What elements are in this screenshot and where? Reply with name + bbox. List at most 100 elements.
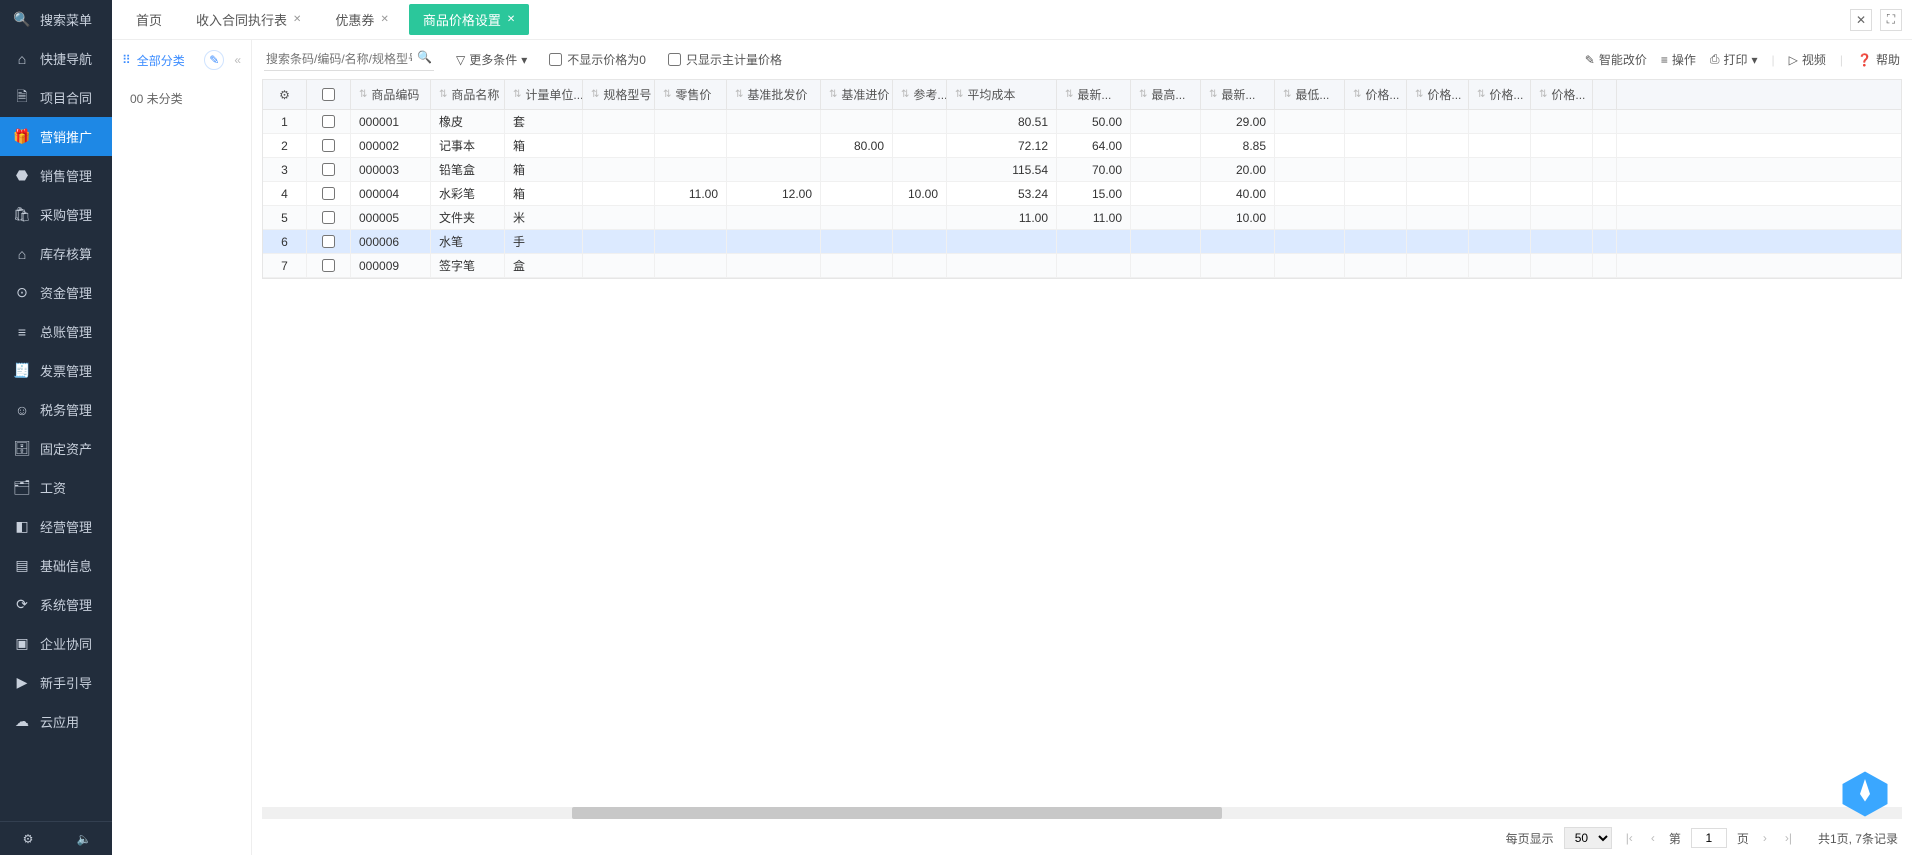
row-checkbox[interactable] bbox=[322, 259, 335, 272]
only-main-input[interactable] bbox=[668, 53, 681, 66]
edit-category-button[interactable]: ✎ bbox=[204, 50, 224, 70]
col-end bbox=[1593, 80, 1617, 109]
settings-button[interactable]: ⚙ bbox=[0, 822, 56, 855]
page-input[interactable] bbox=[1691, 828, 1727, 848]
help-button[interactable]: ❓帮助 bbox=[1857, 51, 1900, 68]
sidebar-item[interactable]: 🔍搜索菜单 bbox=[0, 0, 112, 39]
col-basecost[interactable]: 基准进价 bbox=[821, 80, 893, 109]
all-categories-link[interactable]: 全部分类 bbox=[137, 52, 185, 69]
row-checkbox[interactable] bbox=[322, 139, 335, 152]
operation-button[interactable]: ≡操作 bbox=[1661, 51, 1696, 68]
collapse-category-button[interactable]: « bbox=[234, 53, 241, 67]
sidebar-item[interactable]: 🗄固定资产 bbox=[0, 429, 112, 468]
video-button[interactable]: ▷视频 bbox=[1789, 51, 1826, 68]
category-node[interactable]: 00 未分类 bbox=[130, 90, 233, 107]
col-low[interactable]: 最低... bbox=[1275, 80, 1345, 109]
sidebar-item[interactable]: ⌂库存核算 bbox=[0, 234, 112, 273]
row-select[interactable] bbox=[307, 206, 351, 229]
table-row[interactable]: 4000004水彩笔箱11.0012.0010.0053.2415.0040.0… bbox=[263, 182, 1901, 206]
next-page-button[interactable]: › bbox=[1759, 831, 1771, 845]
row-checkbox[interactable] bbox=[322, 235, 335, 248]
col-spec[interactable]: 规格型号 bbox=[583, 80, 655, 109]
sidebar-item[interactable]: 🎁营销推广 bbox=[0, 117, 112, 156]
tab[interactable]: 收入合同执行表✕ bbox=[182, 4, 315, 35]
more-conditions-button[interactable]: ▽ 更多条件 ▾ bbox=[456, 51, 527, 68]
col-newB[interactable]: 最新... bbox=[1201, 80, 1275, 109]
table-row[interactable]: 7000009签字笔盒 bbox=[263, 254, 1901, 278]
col-name[interactable]: 商品名称 bbox=[431, 80, 505, 109]
cell-p1 bbox=[1345, 254, 1407, 277]
only-main-checkbox[interactable]: 只显示主计量价格 bbox=[668, 51, 782, 68]
sidebar-item[interactable]: ⊙资金管理 bbox=[0, 273, 112, 312]
col-p1[interactable]: 价格... bbox=[1345, 80, 1407, 109]
first-page-button[interactable]: |‹ bbox=[1622, 831, 1637, 845]
sidebar-item[interactable]: 🗂工资 bbox=[0, 468, 112, 507]
table-row[interactable]: 5000005文件夹米11.0011.0010.00 bbox=[263, 206, 1901, 230]
row-checkbox[interactable] bbox=[322, 187, 335, 200]
tab[interactable]: 首页 bbox=[122, 4, 176, 35]
row-select[interactable] bbox=[307, 158, 351, 181]
sidebar-item[interactable]: ☺税务管理 bbox=[0, 390, 112, 429]
cell-name: 签字笔 bbox=[431, 254, 505, 277]
horizontal-scrollbar[interactable] bbox=[262, 807, 1902, 819]
sidebar-item[interactable]: ☁云应用 bbox=[0, 702, 112, 741]
table-row[interactable]: 6000006水笔手 bbox=[263, 230, 1901, 254]
prev-page-button[interactable]: ‹ bbox=[1647, 831, 1659, 845]
close-icon[interactable]: ✕ bbox=[293, 14, 301, 25]
fullscreen-button[interactable]: ⛶ bbox=[1880, 9, 1902, 31]
col-newA[interactable]: 最新... bbox=[1057, 80, 1131, 109]
hide-zero-input[interactable] bbox=[549, 53, 562, 66]
table-row[interactable]: 2000002记事本箱80.0072.1264.008.85 bbox=[263, 134, 1901, 158]
col-retail[interactable]: 零售价 bbox=[655, 80, 727, 109]
search-input[interactable] bbox=[264, 48, 434, 71]
row-checkbox[interactable] bbox=[322, 163, 335, 176]
print-button[interactable]: ⎙打印▾ bbox=[1710, 51, 1758, 68]
col-p2[interactable]: 价格... bbox=[1407, 80, 1469, 109]
sidebar-item[interactable]: ◧经营管理 bbox=[0, 507, 112, 546]
row-checkbox[interactable] bbox=[322, 115, 335, 128]
smart-price-button[interactable]: ✎智能改价 bbox=[1585, 51, 1647, 68]
sound-button[interactable]: 🔈 bbox=[56, 822, 112, 855]
col-p3[interactable]: 价格... bbox=[1469, 80, 1531, 109]
col-p4[interactable]: 价格... bbox=[1531, 80, 1593, 109]
sidebar-item[interactable]: ▶新手引导 bbox=[0, 663, 112, 702]
menu-icon: ☺ bbox=[14, 402, 30, 418]
sidebar-item[interactable]: ≡总账管理 bbox=[0, 312, 112, 351]
col-wholesale[interactable]: 基准批发价 bbox=[727, 80, 821, 109]
search-icon[interactable]: 🔍 bbox=[417, 50, 432, 64]
close-tab-button[interactable]: ✕ bbox=[1850, 9, 1872, 31]
sidebar-item[interactable]: 🧾发票管理 bbox=[0, 351, 112, 390]
col-code[interactable]: 商品编码 bbox=[351, 80, 431, 109]
scrollbar-thumb[interactable] bbox=[572, 807, 1222, 819]
row-select[interactable] bbox=[307, 182, 351, 205]
col-ref[interactable]: 参考... bbox=[893, 80, 947, 109]
col-avgcost[interactable]: 平均成本 bbox=[947, 80, 1057, 109]
row-checkbox[interactable] bbox=[322, 211, 335, 224]
last-page-button[interactable]: ›| bbox=[1781, 831, 1796, 845]
sidebar-item[interactable]: ⬣销售管理 bbox=[0, 156, 112, 195]
row-select[interactable] bbox=[307, 230, 351, 253]
tab[interactable]: 商品价格设置✕ bbox=[409, 4, 529, 35]
close-icon[interactable]: ✕ bbox=[507, 14, 515, 25]
select-all-checkbox[interactable] bbox=[322, 88, 335, 101]
sidebar-item[interactable]: 🛍采购管理 bbox=[0, 195, 112, 234]
tab[interactable]: 优惠券✕ bbox=[321, 4, 402, 35]
close-icon[interactable]: ✕ bbox=[380, 14, 388, 25]
row-select[interactable] bbox=[307, 254, 351, 277]
col-unit[interactable]: 计量单位... bbox=[505, 80, 583, 109]
table-row[interactable]: 1000001橡皮套80.5150.0029.00 bbox=[263, 110, 1901, 134]
sidebar-item[interactable]: ⟳系统管理 bbox=[0, 585, 112, 624]
row-select[interactable] bbox=[307, 110, 351, 133]
row-select[interactable] bbox=[307, 134, 351, 157]
hide-zero-checkbox[interactable]: 不显示价格为0 bbox=[549, 51, 646, 68]
sidebar-item[interactable]: ▤基础信息 bbox=[0, 546, 112, 585]
sidebar-item[interactable]: ▣企业协同 bbox=[0, 624, 112, 663]
sidebar-item[interactable]: 🗎项目合同 bbox=[0, 78, 112, 117]
table-row[interactable]: 3000003铅笔盒箱115.5470.0020.00 bbox=[263, 158, 1901, 182]
select-all-column[interactable] bbox=[307, 80, 351, 109]
col-high[interactable]: 最高... bbox=[1131, 80, 1201, 109]
gear-column[interactable]: ⚙ bbox=[263, 80, 307, 109]
sidebar-item[interactable]: ⌂快捷导航 bbox=[0, 39, 112, 78]
assistant-badge[interactable] bbox=[1840, 769, 1890, 819]
per-page-select[interactable]: 50 bbox=[1564, 827, 1612, 849]
